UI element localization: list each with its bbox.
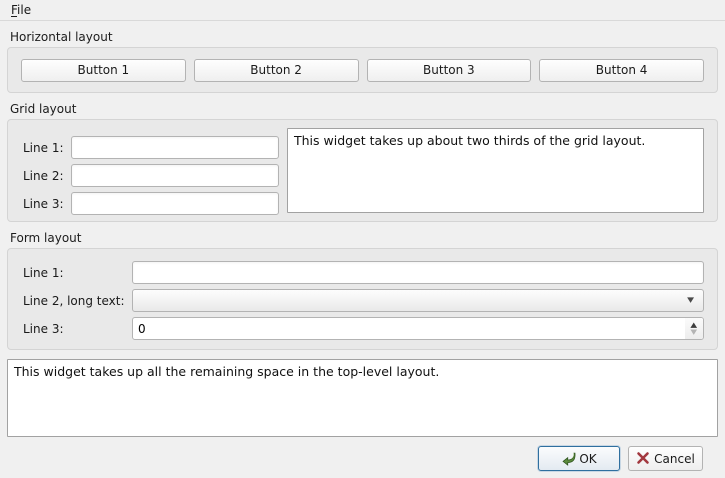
ok-button-label: OK <box>579 451 597 466</box>
button-3[interactable]: Button 3 <box>366 58 532 82</box>
grid-line3-label: Line 3: <box>23 196 64 211</box>
menu-file[interactable]: File <box>4 1 38 19</box>
cancel-red-cross-icon <box>636 451 651 466</box>
ok-green-arrow-icon <box>561 451 576 466</box>
button-4[interactable]: Button 4 <box>539 58 704 82</box>
dialog-button-box: OK Cancel <box>7 437 718 471</box>
grid-line1-label: Line 1: <box>23 140 64 155</box>
ok-button[interactable]: OK <box>538 446 620 471</box>
form-layout-group: Form layout Line 1: Line 2, long text: ▼… <box>7 231 718 350</box>
spin-down-icon[interactable]: ▼ <box>691 328 698 336</box>
button-2[interactable]: Button 2 <box>193 58 359 82</box>
form-row-1: Line 1: <box>21 261 704 284</box>
form-line3-spinbox[interactable]: ▲ ▼ <box>132 317 704 340</box>
grid-left-column: Line 1: Line 2: Line 3: <box>21 128 279 215</box>
grid-row-3: Line 3: <box>21 192 279 215</box>
grid-layout-title: Grid layout <box>10 102 77 116</box>
horizontal-layout-group: Horizontal layout Button 1 Button 2 Butt… <box>7 30 718 93</box>
form-line1-input[interactable] <box>132 261 704 284</box>
grid-line3-input[interactable] <box>71 192 279 215</box>
grid-layout-frame: Line 1: Line 2: Line 3: This widget take… <box>7 119 718 222</box>
spinbox-input[interactable] <box>133 318 685 339</box>
button-1[interactable]: Button 1 <box>21 58 186 82</box>
bottom-textedit[interactable]: This widget takes up all the remaining s… <box>7 359 718 437</box>
grid-row-2: Line 2: <box>21 164 279 187</box>
grid-layout-group: Grid layout Line 1: Line 2: Line 3: This… <box>7 102 718 222</box>
menubar: File <box>0 0 725 21</box>
grid-line2-input[interactable] <box>71 164 279 187</box>
cancel-button[interactable]: Cancel <box>628 446 703 471</box>
form-row-3: Line 3: ▲ ▼ <box>21 317 704 340</box>
form-layout-frame: Line 1: Line 2, long text: ▼ Line 3: ▲ ▼ <box>7 248 718 350</box>
grid-textedit[interactable]: This widget takes up about two thirds of… <box>287 128 704 213</box>
form-line1-label: Line 1: <box>23 265 64 280</box>
dialog-body: Horizontal layout Button 1 Button 2 Butt… <box>0 30 725 471</box>
horizontal-layout-frame: Button 1 Button 2 Button 3 Button 4 <box>7 47 718 93</box>
grid-line1-input[interactable] <box>71 136 279 159</box>
spinbox-buttons: ▲ ▼ <box>685 318 703 339</box>
cancel-button-label: Cancel <box>654 451 695 466</box>
menu-file-label: ile <box>17 3 32 17</box>
horizontal-layout-title: Horizontal layout <box>10 30 113 44</box>
grid-row-1: Line 1: <box>21 136 279 159</box>
form-row-2: Line 2, long text: ▼ <box>21 289 704 312</box>
form-line2-label: Line 2, long text: <box>23 293 125 308</box>
form-line2-combobox[interactable]: ▼ <box>132 289 704 312</box>
form-layout-title: Form layout <box>10 231 82 245</box>
form-line3-label: Line 3: <box>23 321 64 336</box>
grid-line2-label: Line 2: <box>23 168 64 183</box>
chevron-down-icon: ▼ <box>687 296 694 304</box>
